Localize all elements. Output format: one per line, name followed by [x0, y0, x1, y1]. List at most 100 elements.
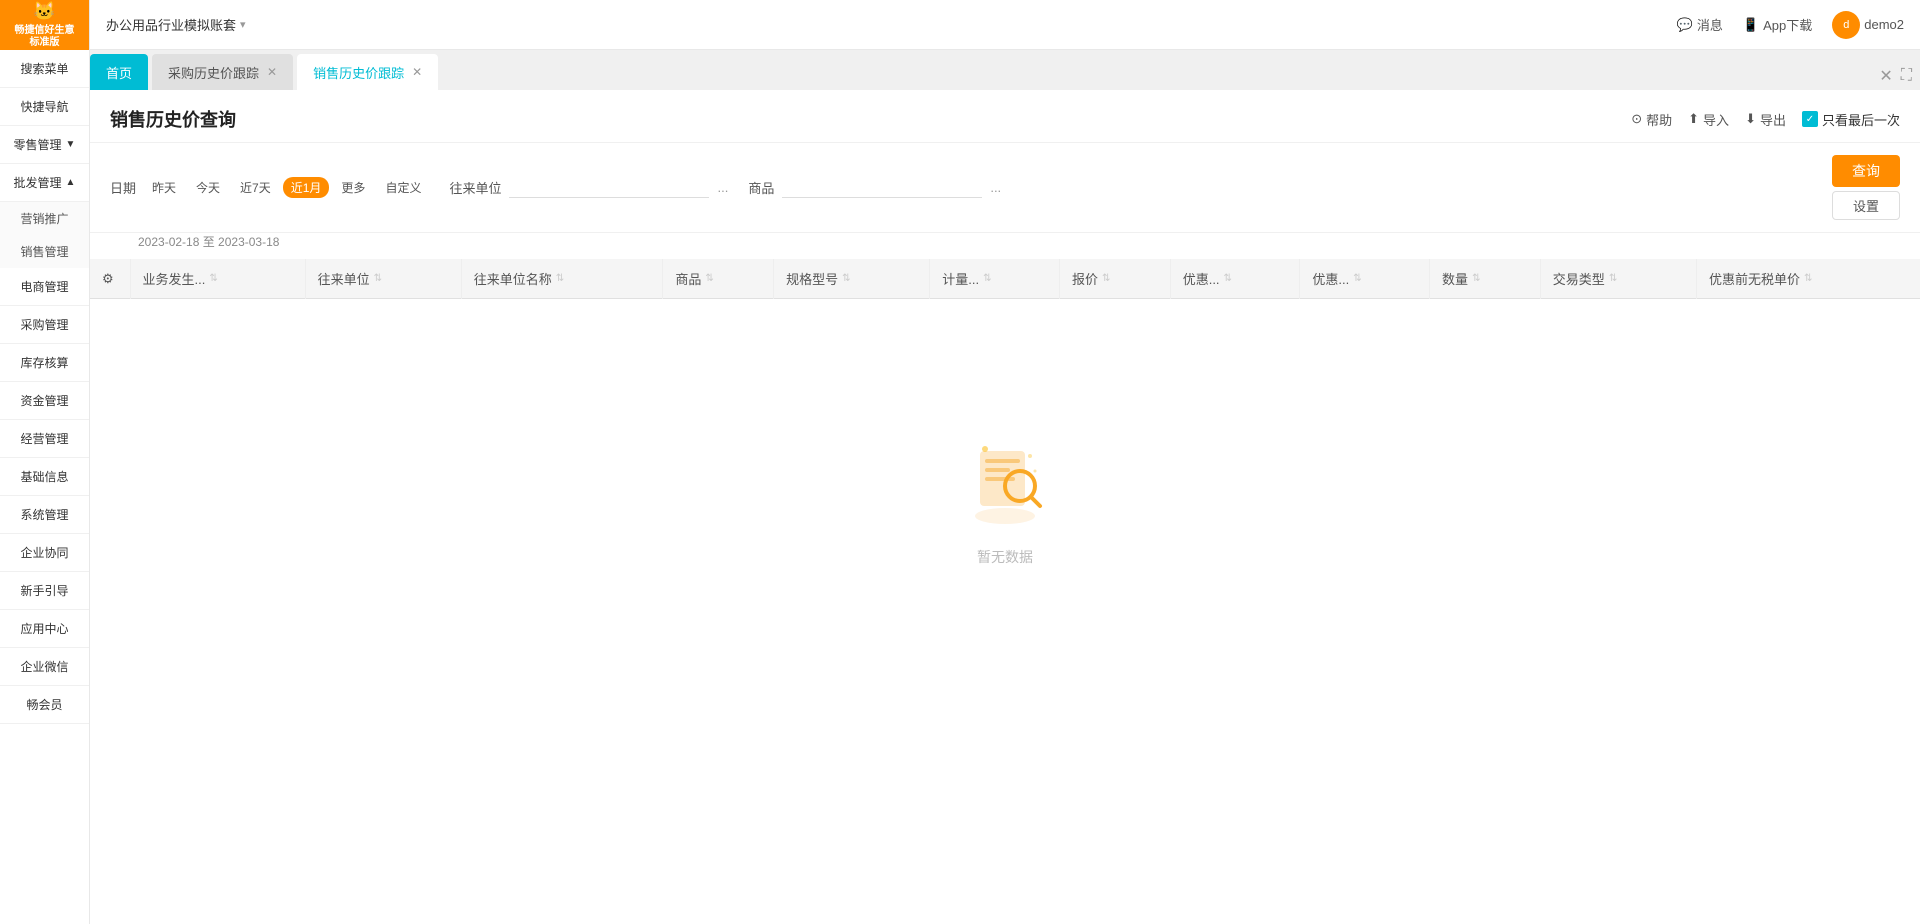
tab-sales-history[interactable]: 销售历史价跟踪 ✕	[297, 54, 438, 90]
app-download-button[interactable]: 📱 App下载	[1743, 15, 1812, 34]
chevron-down-icon: ▾	[240, 18, 246, 31]
empty-state: 暂无数据	[90, 299, 1920, 699]
date-filter-label: 日期	[110, 178, 136, 197]
table-col-qty[interactable]: 数量 ⇅	[1430, 259, 1541, 299]
settings-button[interactable]: 设置	[1832, 191, 1900, 220]
tab-home-label: 首页	[106, 63, 132, 82]
date-btn-today[interactable]: 今天	[188, 177, 228, 198]
page-header: 销售历史价查询 ⊙ 帮助 ⬆ 导入 ⬇ 导出 ✓ 只看最后一次	[90, 90, 1920, 143]
date-btn-last7days[interactable]: 近7天	[232, 177, 279, 198]
col-unit-label: 计量...	[942, 269, 979, 288]
col-spec-label: 规格型号	[786, 269, 838, 288]
close-all-tabs-button[interactable]: ✕	[1879, 66, 1892, 86]
tab-close-icon[interactable]: ✕	[412, 66, 422, 78]
sidebar-item-app-center[interactable]: 应用中心	[0, 610, 89, 648]
col-partner-name-label: 往来单位名称	[474, 269, 552, 288]
only-last-toggle[interactable]: ✓ 只看最后一次	[1802, 110, 1900, 129]
table-header-row: ⚙ 业务发生... ⇅ 往来单位 ⇅	[90, 259, 1920, 299]
sort-icon: ⇅	[842, 273, 850, 284]
export-label: 导出	[1760, 110, 1786, 129]
main-area: 办公用品行业模拟账套 ▾ 💬 消息 📱 App下载 d demo2 首页	[90, 0, 1920, 924]
message-button[interactable]: 💬 消息	[1677, 15, 1723, 34]
sidebar-item-purchase-mgmt[interactable]: 采购管理	[0, 306, 89, 344]
sidebar-item-ecom-mgmt[interactable]: 电商管理	[0, 268, 89, 306]
sidebar: 🐱 畅捷信好生意标准版 搜索菜单 快捷导航 零售管理 ▼ 批发管理 ▲ 营销推广…	[0, 0, 90, 924]
sidebar-item-enterprise-coop[interactable]: 企业协同	[0, 534, 89, 572]
tab-close-icon[interactable]: ✕	[267, 66, 277, 78]
sidebar-item-ops-mgmt[interactable]: 经营管理	[0, 420, 89, 458]
sidebar-item-retail-mgmt[interactable]: 零售管理 ▼	[0, 126, 89, 164]
table-col-unit[interactable]: 计量... ⇅	[930, 259, 1060, 299]
date-range-bar: 2023-02-18 至 2023-03-18	[90, 233, 1920, 259]
page-header-actions: ⊙ 帮助 ⬆ 导入 ⬇ 导出 ✓ 只看最后一次	[1631, 110, 1900, 129]
data-table: ⚙ 业务发生... ⇅ 往来单位 ⇅	[90, 259, 1920, 299]
page-content: 销售历史价查询 ⊙ 帮助 ⬆ 导入 ⬇ 导出 ✓ 只看最后一次	[90, 90, 1920, 924]
date-filter-group: 日期 昨天 今天 近7天 近1月 更多 自定义	[110, 177, 429, 198]
table-col-pre-discount-price[interactable]: 优惠前无税单价 ⇅	[1696, 259, 1920, 299]
sort-icon: ⇅	[1102, 273, 1110, 284]
export-button[interactable]: ⬇ 导出	[1745, 110, 1786, 129]
help-button[interactable]: ⊙ 帮助	[1631, 110, 1672, 129]
sidebar-item-marketing[interactable]: 营销推广	[0, 202, 89, 235]
tab-purchase-history[interactable]: 采购历史价跟踪 ✕	[152, 54, 293, 90]
table-col-quote[interactable]: 报价 ⇅	[1059, 259, 1170, 299]
workspace-selector[interactable]: 办公用品行业模拟账套 ▾	[106, 15, 246, 34]
goods-more-icon[interactable]: ...	[990, 180, 1001, 195]
tab-home[interactable]: 首页	[90, 54, 148, 90]
sidebar-item-system-mgmt[interactable]: 系统管理	[0, 496, 89, 534]
sidebar-item-quick-nav[interactable]: 快捷导航	[0, 88, 89, 126]
sidebar-item-new-guide[interactable]: 新手引导	[0, 572, 89, 610]
sidebar-item-basic-info[interactable]: 基础信息	[0, 458, 89, 496]
top-bar-left: 办公用品行业模拟账套 ▾	[106, 15, 246, 34]
table-col-discount1[interactable]: 优惠... ⇅	[1170, 259, 1300, 299]
sidebar-item-search-menu[interactable]: 搜索菜单	[0, 50, 89, 88]
sidebar-label: 销售管理	[20, 245, 68, 259]
user-profile[interactable]: d demo2	[1832, 11, 1904, 39]
partner-filter-group: 往来单位 ...	[449, 178, 728, 198]
sidebar-item-wholesale-mgmt[interactable]: 批发管理 ▲	[0, 164, 89, 202]
table-col-discount2[interactable]: 优惠... ⇅	[1300, 259, 1430, 299]
tab-bar: 首页 采购历史价跟踪 ✕ 销售历史价跟踪 ✕ ✕ ⛶	[90, 50, 1920, 90]
chevron-up-icon: ▲	[66, 177, 76, 188]
sidebar-item-member[interactable]: 畅会员	[0, 686, 89, 724]
goods-input[interactable]	[782, 178, 982, 198]
filter-bar: 日期 昨天 今天 近7天 近1月 更多 自定义 往来单位 ... 商品 ...	[90, 143, 1920, 233]
date-btn-last1month[interactable]: 近1月	[283, 177, 330, 198]
table-col-settings[interactable]: ⚙	[90, 259, 130, 299]
date-btn-custom[interactable]: 自定义	[377, 177, 429, 198]
table-col-goods[interactable]: 商品 ⇅	[663, 259, 774, 299]
table-col-trade-type[interactable]: 交易类型 ⇅	[1540, 259, 1696, 299]
sidebar-label: 搜索菜单	[20, 60, 68, 77]
col-discount2-label: 优惠...	[1312, 269, 1349, 288]
partner-more-icon[interactable]: ...	[717, 180, 728, 195]
data-table-container: ⚙ 业务发生... ⇅ 往来单位 ⇅	[90, 259, 1920, 924]
message-icon: 💬	[1677, 17, 1693, 33]
table-col-partner-code[interactable]: 往来单位 ⇅	[305, 259, 461, 299]
sidebar-label: 零售管理	[14, 136, 62, 153]
query-button[interactable]: 查询	[1832, 155, 1900, 187]
table-col-spec[interactable]: 规格型号 ⇅	[774, 259, 930, 299]
table-col-biz-date[interactable]: 业务发生... ⇅	[130, 259, 305, 299]
sidebar-label: 采购管理	[20, 316, 68, 333]
date-btn-yesterday[interactable]: 昨天	[144, 177, 184, 198]
partner-input[interactable]	[509, 178, 709, 198]
sidebar-item-enterprise-wechat[interactable]: 企业微信	[0, 648, 89, 686]
sidebar-item-sales-mgmt[interactable]: 销售管理	[0, 235, 89, 268]
sidebar-item-finance-mgmt[interactable]: 资金管理	[0, 382, 89, 420]
checkbox-checked-icon: ✓	[1802, 111, 1818, 127]
sort-icon: ⇅	[556, 273, 564, 284]
sidebar-label: 畅会员	[26, 696, 62, 713]
sidebar-label: 电商管理	[20, 278, 68, 295]
sidebar-item-inventory[interactable]: 库存核算	[0, 344, 89, 382]
top-bar-right: 💬 消息 📱 App下载 d demo2	[1677, 11, 1904, 39]
sort-icon: ⇅	[1609, 273, 1617, 284]
import-button[interactable]: ⬆ 导入	[1688, 110, 1729, 129]
date-btn-more[interactable]: 更多	[333, 177, 373, 198]
fullscreen-button[interactable]: ⛶	[1901, 67, 1912, 85]
help-label: 帮助	[1646, 110, 1672, 129]
tab-sales-history-label: 销售历史价跟踪	[313, 63, 404, 82]
query-action-group: 查询 设置	[1832, 155, 1900, 220]
col-discount1-label: 优惠...	[1183, 269, 1220, 288]
table-col-partner-name[interactable]: 往来单位名称 ⇅	[461, 259, 663, 299]
page-title: 销售历史价查询	[110, 106, 236, 132]
